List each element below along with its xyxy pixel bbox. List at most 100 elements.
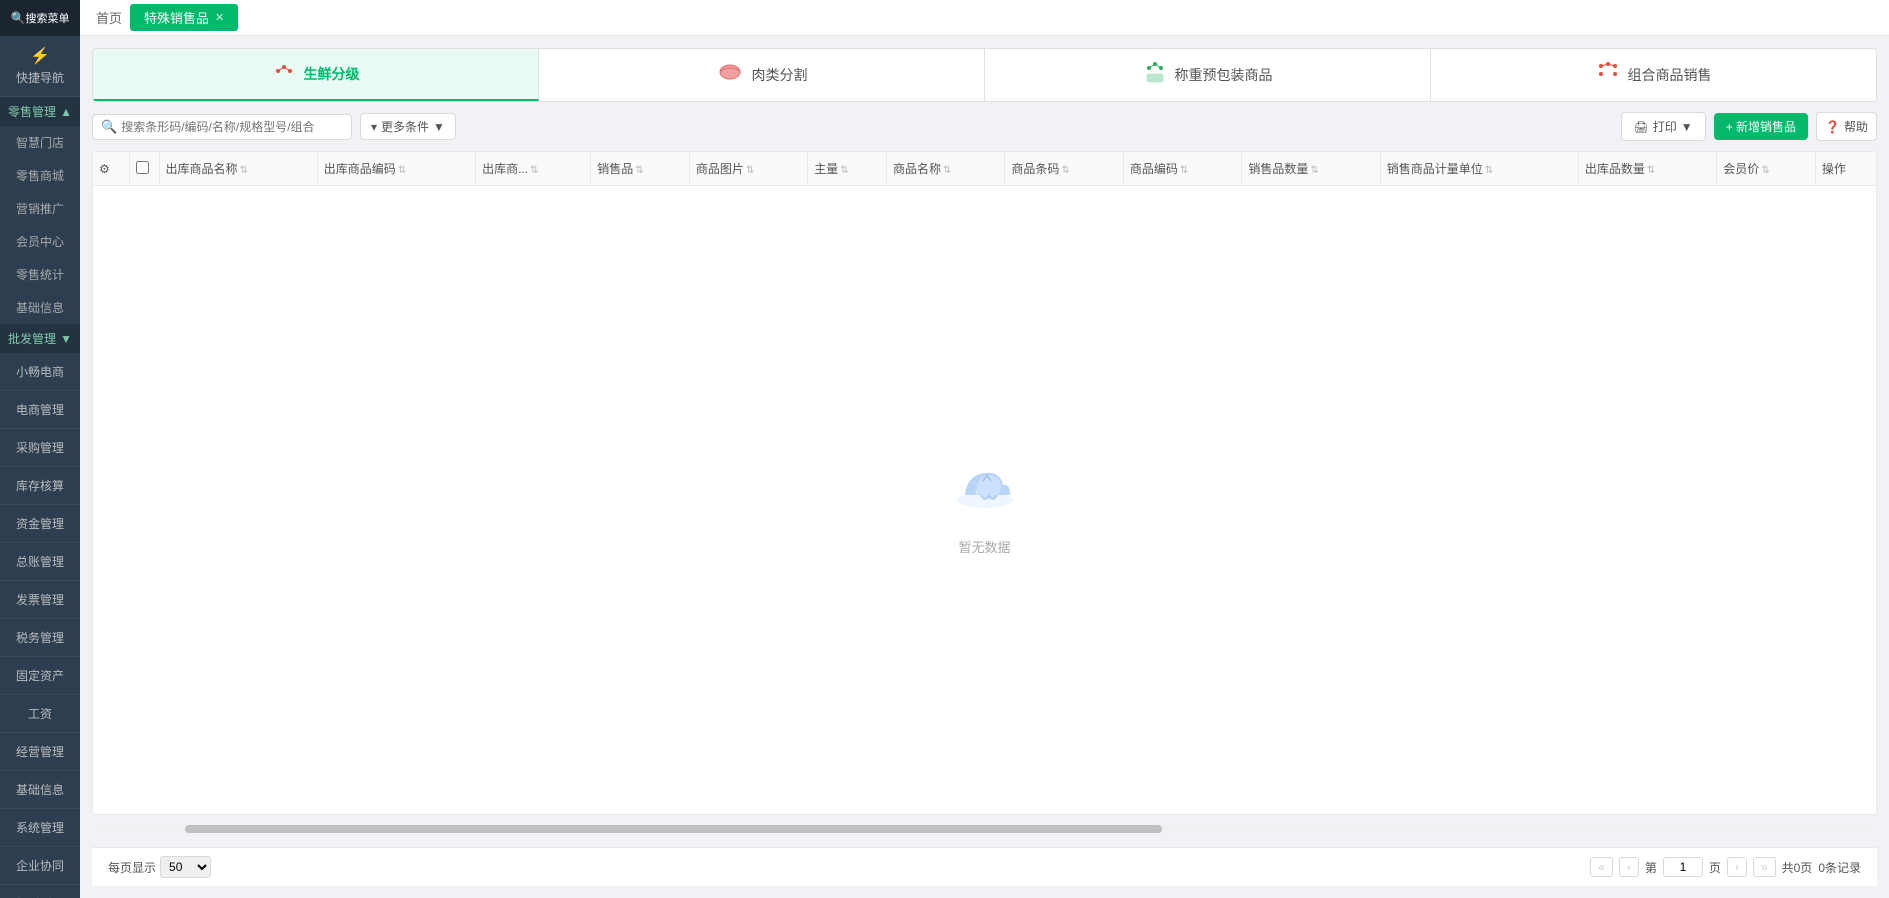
th-sale-item[interactable]: 销售品⇅	[591, 152, 690, 186]
select-all-checkbox[interactable]	[136, 161, 149, 174]
toolbar-left: 🔍 ▾ 更多条件 ▼	[92, 113, 456, 140]
filter-button[interactable]: ▾ 更多条件 ▼	[360, 113, 456, 140]
th-sale-qty[interactable]: 销售品数量⇅	[1242, 152, 1380, 186]
toolbar: 🔍 ▾ 更多条件 ▼ 🖨 打印 ▼ + 新增销售品	[92, 112, 1877, 141]
sidebar-item-fixed-assets[interactable]: 固定资产	[0, 657, 80, 695]
scrollbar-thumb[interactable]	[185, 825, 1162, 833]
empty-state: 暂无数据	[93, 186, 1876, 814]
sidebar-item-finance[interactable]: 资金管理	[0, 505, 80, 543]
sidebar-item-newbie[interactable]: 新手引导	[0, 885, 80, 898]
sidebar-search[interactable]: 🔍 搜索菜单	[0, 0, 80, 36]
tab-fresh-grade[interactable]: 生鲜分级	[93, 49, 539, 101]
help-button[interactable]: ❓ 帮助	[1816, 112, 1877, 141]
wholesale-label: 批发管理	[8, 330, 56, 347]
combo-sale-icon	[1596, 60, 1620, 90]
sidebar-item-sales-promo[interactable]: 营销推广	[0, 192, 80, 225]
sidebar-item-basic-info2[interactable]: 基础信息	[0, 771, 80, 809]
table-container: ⚙ 出库商品名称⇅ 出库商品编码⇅ 出库商...⇅ 销售品⇅ 商品图片⇅ 主量⇅…	[92, 151, 1877, 815]
quick-nav-icon: ⚡	[30, 46, 50, 66]
last-page-button[interactable]: »	[1753, 857, 1776, 877]
th-goods-name[interactable]: 商品名称⇅	[886, 152, 1004, 186]
main-content: 首页 特殊销售品 ✕ 生鲜分级	[80, 0, 1889, 898]
th-weight[interactable]: 主量⇅	[808, 152, 887, 186]
sidebar-item-salary[interactable]: 工资	[0, 695, 80, 733]
first-page-button[interactable]: «	[1590, 857, 1613, 877]
sidebar-item-ecommerce[interactable]: 电商管理	[0, 391, 80, 429]
page-label: 第	[1645, 859, 1657, 876]
page-size-label: 每页显示	[108, 859, 156, 876]
sidebar-item-invoice[interactable]: 发票管理	[0, 581, 80, 619]
sidebar-item-smart-store[interactable]: 智慧门店	[0, 126, 80, 159]
sidebar-item-purchase[interactable]: 采购管理	[0, 429, 80, 467]
th-sale-unit[interactable]: 销售商品计量单位⇅	[1380, 152, 1578, 186]
th-goods-code[interactable]: 商品编码⇅	[1123, 152, 1241, 186]
help-icon: ❓	[1825, 120, 1840, 134]
weigh-pack-icon	[1143, 60, 1167, 90]
page-navigation: « ‹ 第 页 › » 共0页 0条记录	[1590, 857, 1861, 877]
tab-weigh-pack[interactable]: 称重预包装商品	[985, 49, 1431, 101]
th-out-spec[interactable]: 出库商...⇅	[476, 152, 591, 186]
sidebar-item-member-center[interactable]: 会员中心	[0, 225, 80, 258]
add-product-button[interactable]: + 新增销售品	[1714, 113, 1808, 140]
tab-weigh-pack-label: 称重预包装商品	[1175, 65, 1273, 85]
tab-combo-sale[interactable]: 组合商品销售	[1431, 49, 1876, 101]
search-icon: 🔍	[11, 11, 26, 25]
print-button[interactable]: 🖨 打印 ▼	[1621, 112, 1706, 141]
sidebar-item-basic-info[interactable]: 基础信息	[0, 291, 80, 324]
sidebar-item-operations[interactable]: 经营管理	[0, 733, 80, 771]
tab-fresh-grade-label: 生鲜分级	[304, 64, 360, 84]
tab-meat-cut-label: 肉类分割	[752, 65, 808, 85]
tab-label: 特殊销售品	[144, 8, 209, 27]
sidebar-item-enterprise[interactable]: 企业协同	[0, 847, 80, 885]
search-input[interactable]	[121, 120, 343, 134]
retail-mgmt-label: 零售管理	[8, 103, 56, 120]
prev-page-button[interactable]: ‹	[1619, 857, 1639, 877]
horizontal-scrollbar[interactable]	[96, 825, 1873, 833]
sidebar-item-quick-nav[interactable]: ⚡ 快捷导航	[0, 36, 80, 97]
th-out-qty[interactable]: 出库品数量⇅	[1578, 152, 1716, 186]
sidebar-section-retail[interactable]: 零售管理 ▲	[0, 97, 80, 126]
topbar: 首页 特殊销售品 ✕	[80, 0, 1889, 36]
sidebar-item-general-ledger[interactable]: 总账管理	[0, 543, 80, 581]
page-number-input[interactable]	[1663, 857, 1703, 877]
page-content: 生鲜分级 肉类分割	[80, 36, 1889, 898]
sidebar-item-sys-mgmt[interactable]: 系统管理	[0, 809, 80, 847]
sidebar-section-wholesale[interactable]: 批发管理 ▼	[0, 324, 80, 353]
th-checkbox[interactable]	[129, 152, 159, 186]
page-suffix-label: 页	[1709, 859, 1721, 876]
filter-icon: ▾	[371, 120, 377, 134]
toolbar-right: 🖨 打印 ▼ + 新增销售品 ❓ 帮助	[1621, 112, 1877, 141]
chevron-down-icon-print: ▼	[1681, 120, 1693, 134]
empty-icon	[945, 445, 1025, 525]
search-box[interactable]: 🔍	[92, 114, 352, 140]
sidebar-item-retail-stats[interactable]: 零售统计	[0, 258, 80, 291]
sidebar-item-inventory[interactable]: 库存核算	[0, 467, 80, 505]
pagination-bar: 每页显示 10 20 50 100 « ‹ 第 页 › » 共0页 0条记录	[92, 847, 1877, 886]
th-settings[interactable]: ⚙	[93, 152, 129, 186]
tab-meat-cut[interactable]: 肉类分割	[539, 49, 985, 101]
th-image[interactable]: 商品图片⇅	[689, 152, 807, 186]
data-table: ⚙ 出库商品名称⇅ 出库商品编码⇅ 出库商...⇅ 销售品⇅ 商品图片⇅ 主量⇅…	[93, 152, 1876, 186]
th-member-price[interactable]: 会员价⇅	[1717, 152, 1816, 186]
th-out-code[interactable]: 出库商品编码⇅	[317, 152, 475, 186]
close-tab-icon[interactable]: ✕	[215, 11, 224, 24]
sidebar-item-mini-mall[interactable]: 小畅电商	[0, 353, 80, 391]
total-pages-label: 共0页	[1782, 859, 1813, 876]
sidebar-item-retail-mall[interactable]: 零售商城	[0, 159, 80, 192]
page-size-select[interactable]: 10 20 50 100	[160, 856, 211, 878]
th-out-name[interactable]: 出库商品名称⇅	[159, 152, 317, 186]
empty-text: 暂无数据	[958, 537, 1010, 556]
chevron-icon: ▲	[60, 105, 72, 119]
current-tab[interactable]: 特殊销售品 ✕	[130, 4, 238, 31]
category-tabs: 生鲜分级 肉类分割	[92, 48, 1877, 102]
next-page-button[interactable]: ›	[1727, 857, 1747, 877]
sidebar-item-tax[interactable]: 税务管理	[0, 619, 80, 657]
chevron-down-icon: ▼	[60, 332, 72, 346]
table-header-row: ⚙ 出库商品名称⇅ 出库商品编码⇅ 出库商...⇅ 销售品⇅ 商品图片⇅ 主量⇅…	[93, 152, 1876, 186]
th-barcode[interactable]: 商品条码⇅	[1005, 152, 1123, 186]
th-action: 操作	[1815, 152, 1876, 186]
search-icon: 🔍	[101, 119, 117, 135]
sidebar: 🔍 搜索菜单 ⚡ 快捷导航 零售管理 ▲ 智慧门店 零售商城 营销推广 会员中心…	[0, 0, 80, 898]
home-breadcrumb[interactable]: 首页	[96, 8, 122, 27]
fresh-grade-icon	[272, 59, 296, 89]
